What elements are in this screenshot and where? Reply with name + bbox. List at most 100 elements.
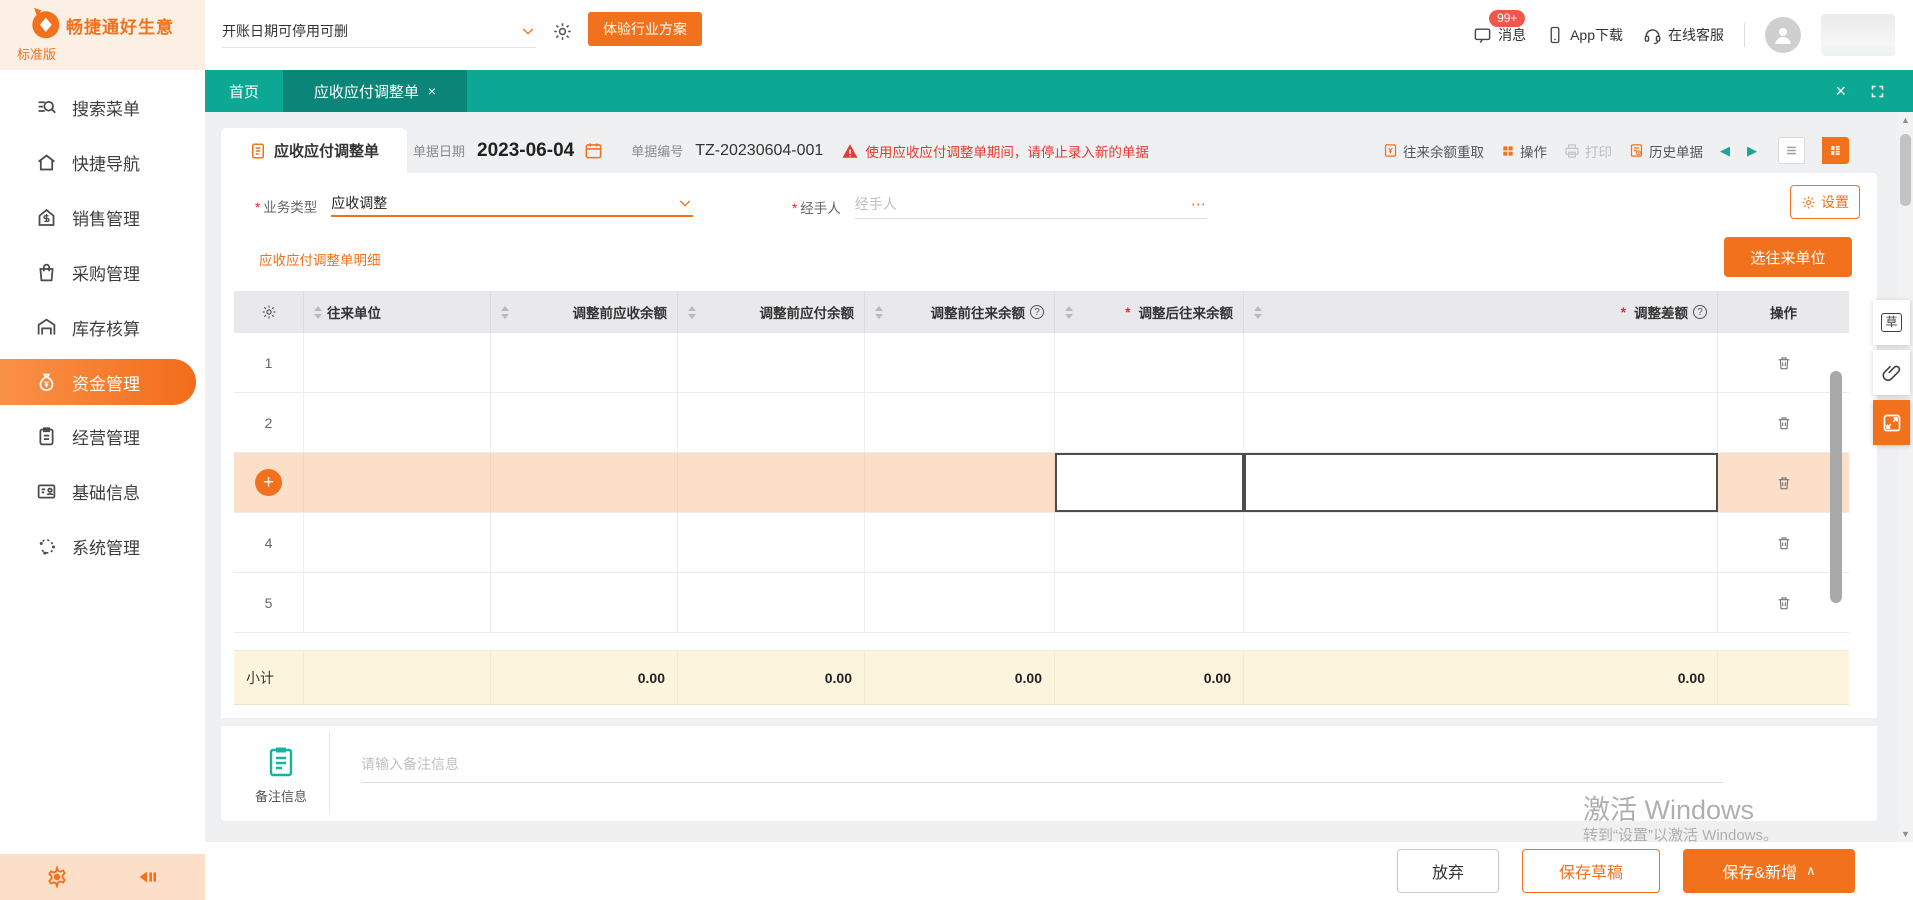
rebalance-button[interactable]: 往来余额重取 <box>1383 141 1484 161</box>
pre-ar-cell[interactable] <box>491 513 678 572</box>
partner-cell[interactable] <box>304 453 491 512</box>
biz-type-input[interactable] <box>331 195 678 211</box>
handler-picker-ellipsis[interactable]: ⋯ <box>1191 195 1207 213</box>
remark-input[interactable] <box>361 756 1723 783</box>
sidebar-item-basic-info[interactable]: 基础信息 <box>0 464 205 519</box>
sort-arrows-icon[interactable] <box>1065 305 1073 319</box>
partner-cell[interactable] <box>304 513 491 572</box>
post-balance-cell[interactable] <box>1055 573 1244 632</box>
date-value[interactable]: 2023-06-04 <box>477 140 574 162</box>
pre-ar-cell[interactable] <box>491 453 678 512</box>
save-and-new-button[interactable]: 保存&新增 ∧ <box>1683 849 1855 893</box>
grid-scrollbar-thumb[interactable] <box>1830 371 1842 603</box>
add-row-button[interactable]: + <box>255 469 282 496</box>
pre-ar-cell[interactable] <box>491 573 678 632</box>
scroll-up-arrow[interactable]: ▲ <box>1898 112 1913 128</box>
sidebar-item-search-menu[interactable]: 搜索菜单 <box>0 80 205 135</box>
header-post-balance[interactable]: * 调整后往来余额 <box>1055 291 1244 333</box>
account-set-dropdown[interactable]: 开账日期可停用可删 <box>222 14 536 48</box>
workspace-close-icon[interactable]: × <box>1835 82 1846 100</box>
header-partner[interactable]: 往来单位 <box>304 291 491 333</box>
post-balance-cell[interactable] <box>1055 333 1244 392</box>
partner-cell[interactable] <box>304 573 491 632</box>
grid-settings-button[interactable]: 设置 <box>1790 185 1860 219</box>
header-pre-balance[interactable]: 调整前往来余额 ? <box>865 291 1055 333</box>
tab-close-icon[interactable]: × <box>428 83 436 99</box>
trash-icon[interactable] <box>1776 475 1792 491</box>
next-doc-arrow[interactable]: ▶ <box>1747 143 1757 159</box>
pre-ap-cell[interactable] <box>678 513 865 572</box>
sidebar-item-purchase[interactable]: 采购管理 <box>0 245 205 300</box>
post-balance-edit-cell[interactable] <box>1055 453 1244 512</box>
pre-ap-cell[interactable] <box>678 453 865 512</box>
app-download-button[interactable]: App下载 <box>1546 25 1623 45</box>
header-diff[interactable]: * 调整差额 ? <box>1244 291 1718 333</box>
diff-cell[interactable] <box>1244 393 1718 452</box>
partner-cell[interactable] <box>304 393 491 452</box>
sidebar-item-sales[interactable]: 销售管理 <box>0 190 205 245</box>
help-circle-icon[interactable]: ? <box>1030 305 1044 319</box>
trash-icon[interactable] <box>1776 535 1792 551</box>
sidebar-item-inventory[interactable]: 库存核算 <box>0 300 205 355</box>
sidebar-item-quick-nav[interactable]: 快捷导航 <box>0 135 205 190</box>
doc-no-value[interactable]: TZ-20230604-001 <box>695 142 823 160</box>
partner-cell[interactable] <box>304 333 491 392</box>
pre-balance-cell[interactable] <box>865 513 1055 572</box>
pre-ar-cell[interactable] <box>491 393 678 452</box>
list-view-toggle[interactable] <box>1778 137 1805 164</box>
save-draft-button[interactable]: 保存草稿 <box>1522 849 1660 893</box>
trash-icon[interactable] <box>1776 415 1792 431</box>
page-scrollbar-thumb[interactable] <box>1900 134 1911 206</box>
online-service-button[interactable]: 在线客服 <box>1643 25 1724 45</box>
avatar[interactable] <box>1765 17 1801 53</box>
sort-arrows-icon[interactable] <box>501 305 509 319</box>
operate-button[interactable]: 操作 <box>1501 141 1547 161</box>
trash-icon[interactable] <box>1776 595 1792 611</box>
diff-cell[interactable] <box>1244 513 1718 572</box>
pre-balance-cell[interactable] <box>865 333 1055 392</box>
user-name-blurred[interactable] <box>1821 14 1895 56</box>
post-balance-cell[interactable] <box>1055 513 1244 572</box>
diff-cell[interactable] <box>1244 333 1718 392</box>
messages-button[interactable]: 99+ 消息 <box>1473 10 1526 45</box>
trial-plan-button[interactable]: 体验行业方案 <box>588 12 702 46</box>
sidebar-item-system[interactable]: 系统管理 <box>0 519 205 574</box>
calendar-icon[interactable] <box>584 141 603 160</box>
help-circle-icon[interactable]: ? <box>1693 305 1707 319</box>
sidebar-item-business[interactable]: 经营管理 <box>0 409 205 464</box>
pre-ap-cell[interactable] <box>678 393 865 452</box>
settings-gear-icon[interactable] <box>46 866 68 888</box>
expand-panel-button[interactable] <box>1873 400 1910 445</box>
tab-current[interactable]: 应收应付调整单 × <box>283 70 467 112</box>
prev-doc-arrow[interactable]: ◀ <box>1720 143 1730 159</box>
sort-arrows-icon[interactable] <box>314 305 322 319</box>
sidebar-item-funds[interactable]: 资金管理 <box>0 359 196 405</box>
pre-balance-cell[interactable] <box>865 453 1055 512</box>
history-button[interactable]: 历史单据 <box>1629 141 1703 161</box>
column-settings-gear-icon[interactable] <box>234 291 304 333</box>
pre-balance-cell[interactable] <box>865 393 1055 452</box>
trash-icon[interactable] <box>1776 355 1792 371</box>
draft-box-button[interactable]: 草 <box>1873 300 1910 345</box>
card-view-toggle[interactable] <box>1822 137 1849 164</box>
select-partner-button[interactable]: 选往来单位 <box>1724 237 1852 277</box>
fullscreen-icon[interactable] <box>1870 84 1885 99</box>
chevron-down-icon[interactable] <box>677 195 693 211</box>
print-button[interactable]: 打印 <box>1564 141 1612 161</box>
header-pre-ap[interactable]: 调整前应付余额 <box>678 291 865 333</box>
header-pre-ar[interactable]: 调整前应收余额 <box>491 291 678 333</box>
page-scrollbar[interactable]: ▲ ▼ <box>1898 112 1913 842</box>
sort-arrows-icon[interactable] <box>875 305 883 319</box>
discard-button[interactable]: 放弃 <box>1397 849 1499 893</box>
pre-ar-cell[interactable] <box>491 333 678 392</box>
handler-input[interactable] <box>854 196 1191 212</box>
post-balance-cell[interactable] <box>1055 393 1244 452</box>
pre-ap-cell[interactable] <box>678 333 865 392</box>
pre-ap-cell[interactable] <box>678 573 865 632</box>
pre-balance-cell[interactable] <box>865 573 1055 632</box>
sort-arrows-icon[interactable] <box>688 305 696 319</box>
scroll-down-arrow[interactable]: ▼ <box>1898 826 1913 842</box>
attachment-button[interactable] <box>1873 350 1910 395</box>
diff-cell[interactable] <box>1244 573 1718 632</box>
collapse-sidebar-icon[interactable] <box>137 866 159 888</box>
